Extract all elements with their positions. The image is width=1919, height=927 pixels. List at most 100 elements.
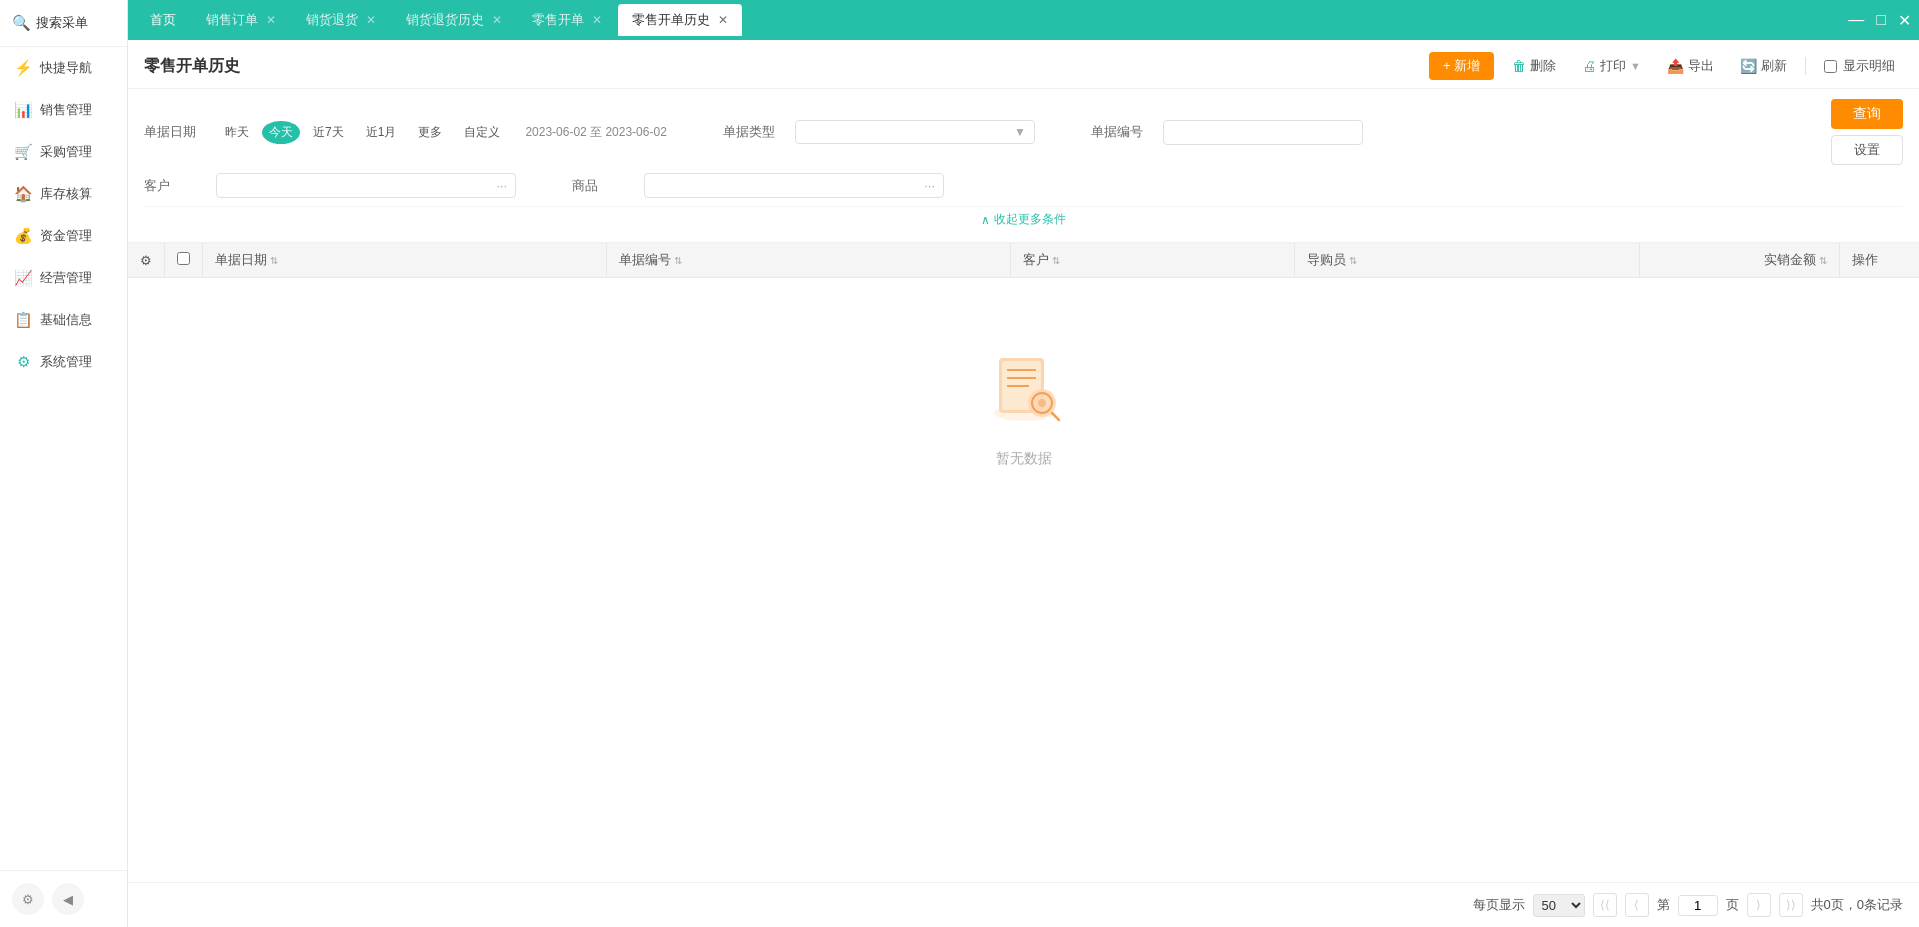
sidebar-bottom: ⚙ ◀ [0,870,127,927]
tab-sales-return-history-close[interactable]: ✕ [492,13,502,27]
page-next-btn[interactable]: ⟩ [1747,893,1771,917]
sort-date-icon[interactable]: ⇅ [270,255,278,266]
sort-amount-icon[interactable]: ⇅ [1819,255,1827,266]
number-filter-input[interactable] [1163,120,1363,145]
goods-dots-icon[interactable]: ··· [924,178,935,193]
sidebar-item-finance[interactable]: 💰 资金管理 [0,215,127,257]
toolbar-separator [1805,57,1806,75]
window-maximize-btn[interactable]: □ [1876,11,1886,29]
tab-retail-open[interactable]: 零售开单 ✕ [518,4,616,36]
collapse-label: 收起更多条件 [994,211,1066,228]
page-prev-btn[interactable]: ⟨ [1625,893,1649,917]
sidebar-item-basic[interactable]: 📋 基础信息 [0,299,127,341]
refresh-icon: 🔄 [1740,58,1757,74]
sidebar-item-operation[interactable]: 📈 经营管理 [0,257,127,299]
customer-dots-icon[interactable]: ··· [496,178,507,193]
print-button[interactable]: 🖨 打印 ▼ [1574,53,1649,79]
table-wrapper: ⚙ 单据日期 ⇅ 单据编号 [128,243,1919,882]
type-filter-label: 单据类型 [723,123,779,141]
tab-home[interactable]: 首页 [136,4,190,36]
sidebar-item-sales[interactable]: 📊 销售管理 [0,89,127,131]
table-header-row: ⚙ 单据日期 ⇅ 单据编号 [128,243,1919,278]
pagination: 每页显示 50 100 200 ⟨⟨ ⟨ 第 1 页 ⟩ ⟩⟩ 共0页，0条记录 [128,882,1919,927]
tab-sales-return-label: 销货退货 [306,11,358,29]
date-range-display: 2023-06-02 至 2023-06-02 [525,124,666,141]
delete-label: 删除 [1530,57,1556,75]
th-date-label: 单据日期 [215,251,267,269]
page-first-btn[interactable]: ⟨⟨ [1593,893,1617,917]
settings-icon[interactable]: ⚙ [140,253,152,268]
date-btn-yesterday[interactable]: 昨天 [216,121,258,144]
display-detail-checkbox[interactable] [1824,60,1837,73]
page-title: 零售开单历史 [144,56,240,77]
tab-home-label: 首页 [150,11,176,29]
date-btn-7days[interactable]: 近7天 [304,121,353,144]
empty-text: 暂无数据 [996,450,1052,468]
tab-bar: 首页 销售订单 ✕ 销货退货 ✕ 销货退货历史 ✕ 零售开单 ✕ 零售开单历史 … [128,0,1919,40]
delete-button[interactable]: 🗑 删除 [1504,53,1564,79]
tab-sales-return[interactable]: 销货退货 ✕ [292,4,390,36]
filter-area: 单据日期 昨天 今天 近7天 近1月 更多 自定义 2023-06-02 至 2… [128,89,1919,243]
sidebar-item-purchase[interactable]: 🛒 采购管理 [0,131,127,173]
customer-filter-input[interactable]: ··· [216,173,516,198]
filter-row-1: 单据日期 昨天 今天 近7天 近1月 更多 自定义 2023-06-02 至 2… [144,99,1903,165]
finance-icon: 💰 [14,227,32,245]
window-close-btn[interactable]: ✕ [1898,11,1911,30]
export-label: 导出 [1688,57,1714,75]
basic-icon: 📋 [14,311,32,329]
tab-sales-return-close[interactable]: ✕ [366,13,376,27]
tab-sales-return-history[interactable]: 销货退货历史 ✕ [392,4,516,36]
th-settings[interactable]: ⚙ [128,243,165,278]
sort-customer-icon[interactable]: ⇅ [1052,255,1060,266]
date-btn-custom[interactable]: 自定义 [455,121,509,144]
sidebar-search[interactable]: 🔍 搜索采单 [0,0,127,47]
sidebar-item-quick-nav[interactable]: ⚡ 快捷导航 [0,47,127,89]
goods-filter-label: 商品 [572,177,628,195]
tab-retail-history[interactable]: 零售开单历史 ✕ [618,4,742,36]
window-minimize-btn[interactable]: — [1848,11,1864,29]
add-button[interactable]: + 新增 [1429,52,1494,80]
tab-retail-open-label: 零售开单 [532,11,584,29]
date-btn-1month[interactable]: 近1月 [357,121,406,144]
goods-filter-input[interactable]: ··· [644,173,944,198]
empty-state: 暂无数据 [128,278,1919,528]
tab-retail-history-close[interactable]: ✕ [718,13,728,27]
refresh-button[interactable]: 🔄 刷新 [1732,53,1795,79]
settings-button[interactable]: 设置 [1831,135,1903,165]
delete-icon: 🗑 [1512,58,1526,74]
collapse-filter-btn[interactable]: ∧ 收起更多条件 [144,206,1903,232]
page-label: 第 [1657,896,1670,914]
sidebar-item-system[interactable]: ⚙ 系统管理 [0,341,127,383]
date-filter-buttons: 昨天 今天 近7天 近1月 更多 自定义 [216,121,509,144]
select-all-checkbox[interactable] [177,252,190,265]
type-chevron-icon: ▼ [1014,125,1026,139]
gear-icon: ⚙ [22,892,34,907]
display-detail-btn[interactable]: 显示明细 [1816,53,1903,79]
th-number: 单据编号 ⇅ [606,243,1010,278]
export-button[interactable]: 📤 导出 [1659,53,1722,79]
query-set-group: 查询 设置 [1831,99,1903,165]
sidebar-item-label: 快捷导航 [40,59,92,77]
th-checkbox[interactable] [165,243,203,278]
page-header: 零售开单历史 + 新增 🗑 删除 🖨 打印 ▼ 📤 导出 🔄 [128,40,1919,89]
tab-retail-open-close[interactable]: ✕ [592,13,602,27]
date-btn-more[interactable]: 更多 [409,121,451,144]
tab-sales-order-close[interactable]: ✕ [266,13,276,27]
sidebar-item-label: 经营管理 [40,269,92,287]
type-filter-select[interactable]: ▼ [795,120,1035,144]
collapse-sidebar-btn[interactable]: ◀ [52,883,84,915]
page-number-input[interactable]: 1 [1678,895,1718,916]
date-btn-today[interactable]: 今天 [262,121,300,144]
print-dropdown-icon[interactable]: ▼ [1630,60,1641,72]
tab-sales-order[interactable]: 销售订单 ✕ [192,4,290,36]
sidebar-item-inventory[interactable]: 🏠 库存核算 [0,173,127,215]
query-button[interactable]: 查询 [1831,99,1903,129]
page-last-btn[interactable]: ⟩⟩ [1779,893,1803,917]
sort-guide-icon[interactable]: ⇅ [1349,255,1357,266]
total-info: 共0页，0条记录 [1811,896,1903,914]
settings-bottom-btn[interactable]: ⚙ [12,883,44,915]
page-size-select[interactable]: 50 100 200 [1533,894,1585,917]
sort-number-icon[interactable]: ⇅ [674,255,682,266]
quick-nav-icon: ⚡ [14,59,32,77]
date-filter-label: 单据日期 [144,123,200,141]
